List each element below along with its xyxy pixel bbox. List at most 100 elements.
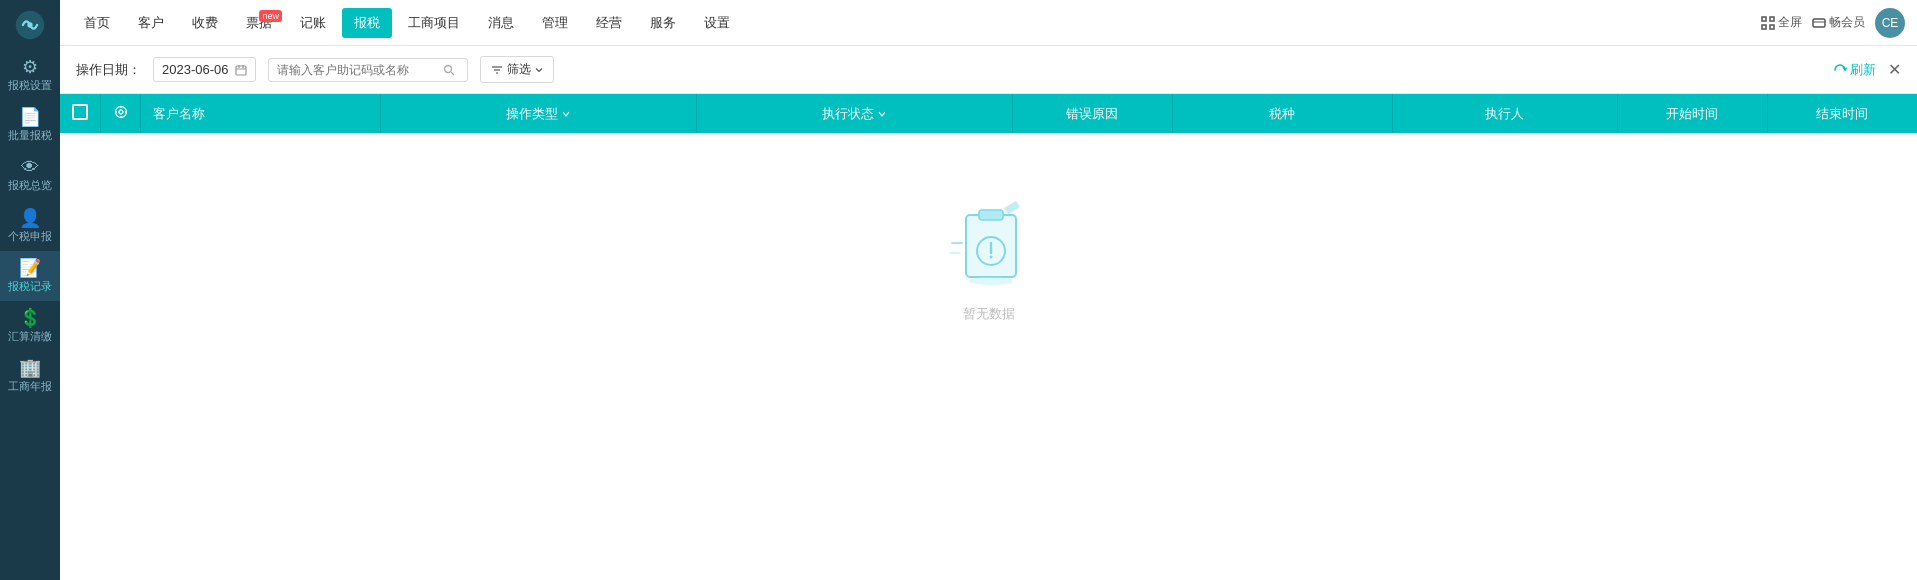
- nav-item-shezhi[interactable]: 设置: [692, 8, 742, 38]
- sidebar-item-baoshui-shezhi[interactable]: ⚙ 报税设置: [0, 50, 60, 100]
- geshui-shenbao-icon: 👤: [19, 209, 41, 227]
- close-button[interactable]: ✕: [1888, 60, 1901, 79]
- member-button[interactable]: 畅会员: [1812, 14, 1865, 31]
- empty-state-cell: 暂无数据: [60, 133, 1917, 383]
- topnav: 首页 客户 收费 票据 new 记账 报税 工商项目 消息 管理 经营 服务 设…: [60, 0, 1917, 46]
- th-checkbox[interactable]: [60, 94, 101, 133]
- sidebar-item-label: 工商年报: [8, 380, 52, 393]
- member-label: 畅会员: [1829, 14, 1865, 31]
- sidebar-item-label: 报税总览: [8, 179, 52, 192]
- nav-item-jizhang[interactable]: 记账: [288, 8, 338, 38]
- svg-point-31: [969, 277, 1013, 285]
- sidebar-item-label: 批量报税: [8, 129, 52, 142]
- th-start-time: 开始时间: [1617, 94, 1767, 133]
- fullscreen-button[interactable]: 全屏: [1761, 14, 1802, 31]
- fullscreen-icon: [1761, 16, 1775, 30]
- search-input[interactable]: [277, 63, 437, 77]
- th-end-time: 结束时间: [1767, 94, 1917, 133]
- nav-item-gongshang-xiangmu[interactable]: 工商项目: [396, 8, 472, 38]
- avatar[interactable]: CE: [1875, 8, 1905, 38]
- table-container: 客户名称 操作类型 执行状态: [60, 94, 1917, 580]
- toolbar: 操作日期： 2023-06-06: [60, 46, 1917, 94]
- svg-point-18: [115, 107, 126, 118]
- filter-sort-icon2: [877, 109, 887, 119]
- nav-item-jingying[interactable]: 经营: [584, 8, 634, 38]
- nav-item-fuwu[interactable]: 服务: [638, 8, 688, 38]
- nav-item-xiaoxi[interactable]: 消息: [476, 8, 526, 38]
- settings-icon: [114, 105, 128, 119]
- nav-item-baoshui[interactable]: 报税: [342, 8, 392, 38]
- sidebar-logo[interactable]: [0, 0, 60, 50]
- content-area: 操作日期： 2023-06-06: [60, 46, 1917, 580]
- huisuan-qingjiao-icon: 💲: [19, 309, 41, 327]
- sidebar-item-piliang-baoshui[interactable]: 📄 批量报税: [0, 100, 60, 150]
- filter-icon: [491, 64, 503, 76]
- nav-item-piaoju[interactable]: 票据 new: [234, 8, 284, 38]
- filter-sort-icon: [561, 109, 571, 119]
- svg-rect-2: [1762, 17, 1766, 21]
- empty-state-row: 暂无数据: [60, 133, 1917, 383]
- sidebar-item-huisuan-qingjiao[interactable]: 💲 汇算清缴: [0, 301, 60, 351]
- new-badge: new: [259, 10, 282, 23]
- empty-state: 暂无数据: [60, 133, 1917, 383]
- svg-line-13: [451, 72, 454, 75]
- svg-rect-5: [1770, 25, 1774, 29]
- refresh-icon: [1833, 63, 1847, 77]
- svg-rect-4: [1762, 25, 1766, 29]
- nav-item-customer[interactable]: 客户: [126, 8, 176, 38]
- gongshang-nianbao-icon: 🏢: [19, 359, 41, 377]
- sidebar-item-label: 报税记录: [8, 280, 52, 293]
- th-exec-status[interactable]: 执行状态: [696, 94, 1012, 133]
- sidebar-item-label: 个税申报: [8, 230, 52, 243]
- th-error-reason: 错误原因: [1012, 94, 1172, 133]
- table-body: 暂无数据: [60, 133, 1917, 383]
- svg-point-28: [989, 256, 992, 259]
- topnav-right: 全屏 畅会员 CE: [1761, 8, 1905, 38]
- header-checkbox[interactable]: [72, 104, 88, 120]
- sidebar-item-label: 报税设置: [8, 79, 52, 92]
- date-value: 2023-06-06: [162, 62, 229, 77]
- date-input[interactable]: 2023-06-06: [153, 57, 256, 82]
- main-container: 首页 客户 收费 票据 new 记账 报税 工商项目 消息 管理 经营 服务 设…: [60, 0, 1917, 580]
- date-label: 操作日期：: [76, 61, 141, 79]
- sidebar: ⚙ 报税设置 📄 批量报税 👁 报税总览 👤 个税申报 📝 报税记录 💲 汇算清…: [0, 0, 60, 580]
- baoshui-zongllan-icon: 👁: [21, 158, 39, 176]
- baoshui-shezhi-icon: ⚙: [22, 58, 38, 76]
- empty-state-illustration: [944, 193, 1034, 293]
- refresh-button[interactable]: 刷新: [1833, 61, 1876, 79]
- empty-text: 暂无数据: [963, 305, 1015, 323]
- sidebar-item-gongshang-nianbao[interactable]: 🏢 工商年报: [0, 351, 60, 401]
- sidebar-item-label: 汇算清缴: [8, 330, 52, 343]
- nav-item-home[interactable]: 首页: [72, 8, 122, 38]
- svg-rect-8: [236, 66, 246, 75]
- nav-item-shoufei[interactable]: 收费: [180, 8, 230, 38]
- refresh-label: 刷新: [1850, 61, 1876, 79]
- search-icon: [443, 64, 455, 76]
- th-customer-name: 客户名称: [141, 94, 381, 133]
- data-table: 客户名称 操作类型 执行状态: [60, 94, 1917, 383]
- th-settings[interactable]: [101, 94, 141, 133]
- filter-button[interactable]: 筛选: [480, 56, 554, 83]
- th-executor: 执行人: [1392, 94, 1617, 133]
- topnav-items: 首页 客户 收费 票据 new 记账 报税 工商项目 消息 管理 经营 服务 设…: [72, 8, 1761, 38]
- svg-point-12: [444, 65, 451, 72]
- calendar-icon: [235, 64, 247, 76]
- sidebar-item-baoshui-zongllan[interactable]: 👁 报税总览: [0, 150, 60, 200]
- th-tax-type: 税种: [1172, 94, 1392, 133]
- baoshui-jilu-icon: 📝: [19, 259, 41, 277]
- svg-point-1: [27, 22, 32, 27]
- table-header-row: 客户名称 操作类型 执行状态: [60, 94, 1917, 133]
- svg-rect-3: [1770, 17, 1774, 21]
- member-icon: [1812, 16, 1826, 30]
- sidebar-item-geshui-shenbao[interactable]: 👤 个税申报: [0, 201, 60, 251]
- svg-point-17: [119, 110, 123, 114]
- svg-rect-6: [1813, 19, 1825, 27]
- th-operation-type[interactable]: 操作类型: [381, 94, 697, 133]
- fullscreen-label: 全屏: [1778, 14, 1802, 31]
- sidebar-item-baoshui-jilu[interactable]: 📝 报税记录: [0, 251, 60, 301]
- search-box[interactable]: [268, 58, 468, 82]
- filter-label: 筛选: [507, 61, 531, 78]
- piliang-baoshui-icon: 📄: [19, 108, 41, 126]
- chevron-down-icon: [535, 66, 543, 74]
- nav-item-guanli[interactable]: 管理: [530, 8, 580, 38]
